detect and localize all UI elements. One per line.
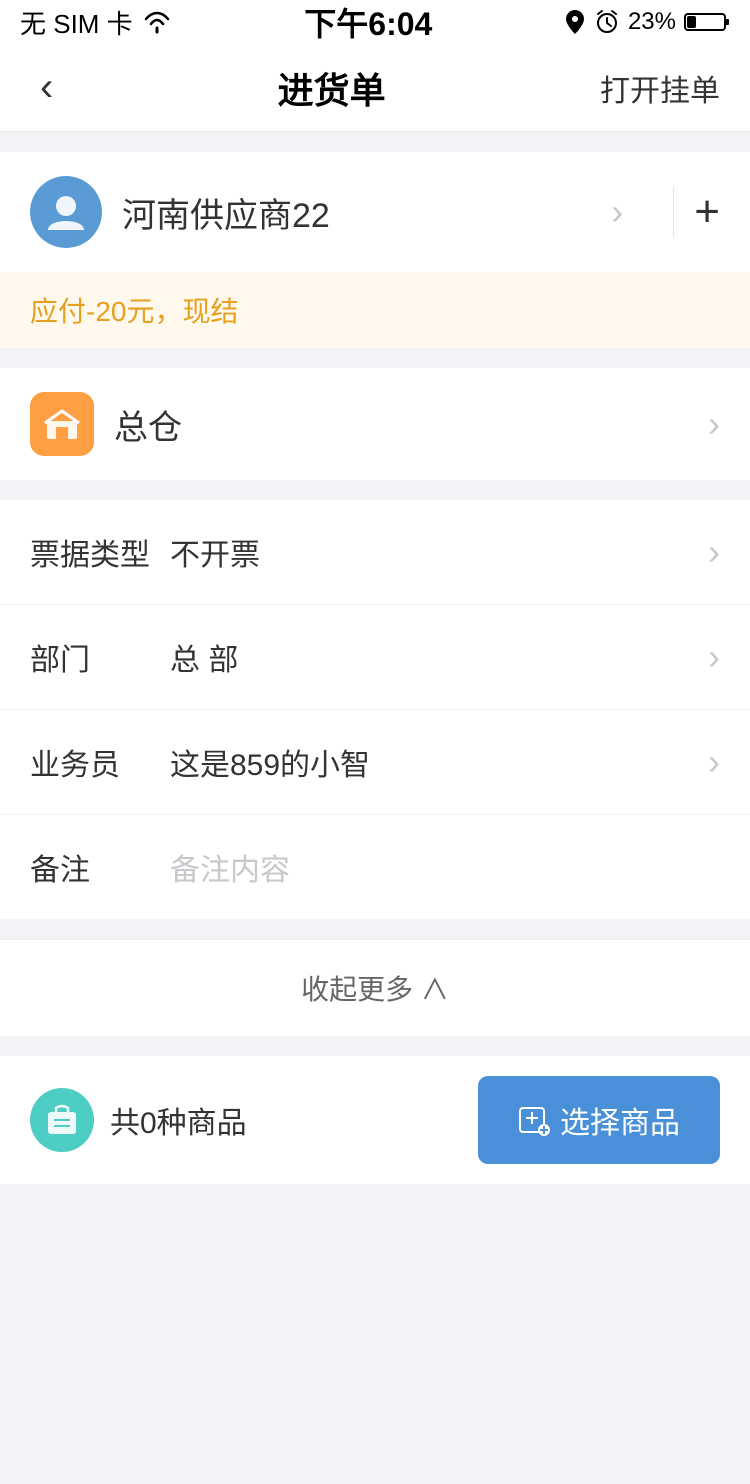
wifi-icon [141,10,173,34]
select-product-button[interactable]: 选择商品 [478,1076,720,1164]
department-label: 部门 [30,635,170,679]
vertical-divider [673,187,674,237]
select-product-label: 选择商品 [560,1098,680,1142]
back-button[interactable]: ‹ [30,55,63,120]
status-time: 下午6:04 [304,0,432,45]
remark-row[interactable]: 备注 备注内容 [0,815,750,919]
notice-bar: 应付-20元，现结 [0,272,750,348]
person-icon [44,190,88,234]
salesman-value: 这是859的小智 [170,740,708,784]
supplier-chevron-icon: › [611,191,623,233]
collapse-label: 收起更多 ∧ [301,974,449,1005]
warehouse-icon [43,405,81,443]
battery-icon [684,10,730,34]
invoice-type-row[interactable]: 票据类型 不开票 › [0,500,750,605]
product-count-text: 共0种商品 [110,1098,247,1142]
salesman-label: 业务员 [30,740,170,784]
form-section: 票据类型 不开票 › 部门 总 部 › 业务员 这是859的小智 › 备注 备注… [0,500,750,919]
product-count-left: 共0种商品 [30,1088,247,1152]
salesman-row[interactable]: 业务员 这是859的小智 › [0,710,750,815]
supplier-name: 河南供应商22 [122,188,611,237]
supplier-avatar [30,176,102,248]
invoice-type-label: 票据类型 [30,530,170,574]
warehouse-chevron-icon: › [708,403,720,445]
remark-label: 备注 [30,845,170,889]
status-bar: 无 SIM 卡 下午6:04 23% [0,0,750,44]
open-pending-button[interactable]: 打开挂单 [600,66,720,110]
nav-bar: ‹ 进货单 打开挂单 [0,44,750,132]
page-title: 进货单 [278,62,386,114]
product-icon-bg [30,1088,94,1152]
supplier-section: 河南供应商22 › + 应付-20元，现结 [0,152,750,348]
department-value: 总 部 [170,635,708,679]
supplier-row[interactable]: 河南供应商22 › + [0,152,750,272]
department-chevron-icon: › [708,636,720,678]
alarm-icon [594,8,620,36]
product-icon [44,1102,80,1138]
gray-area [0,1184,750,1484]
invoice-type-chevron-icon: › [708,531,720,573]
top-divider [0,132,750,152]
status-carrier: 无 SIM 卡 [20,4,173,41]
bottom-bar: 共0种商品 选择商品 [0,1056,750,1184]
warehouse-section: 总仓 › [0,368,750,480]
collapse-bar[interactable]: 收起更多 ∧ [0,939,750,1036]
status-right: 23% [564,8,730,36]
battery-text: 23% [628,8,676,36]
carrier-text: 无 SIM 卡 [20,4,133,41]
department-row[interactable]: 部门 总 部 › [0,605,750,710]
invoice-type-value: 不开票 [170,530,708,574]
warehouse-icon-bg [30,392,94,456]
location-icon [564,8,586,36]
remark-placeholder: 备注内容 [170,845,720,889]
warehouse-name: 总仓 [114,400,708,449]
select-product-icon [518,1104,550,1136]
salesman-chevron-icon: › [708,741,720,783]
add-supplier-button[interactable]: + [694,187,720,237]
notice-text: 应付-20元，现结 [30,296,238,327]
warehouse-row[interactable]: 总仓 › [0,368,750,480]
